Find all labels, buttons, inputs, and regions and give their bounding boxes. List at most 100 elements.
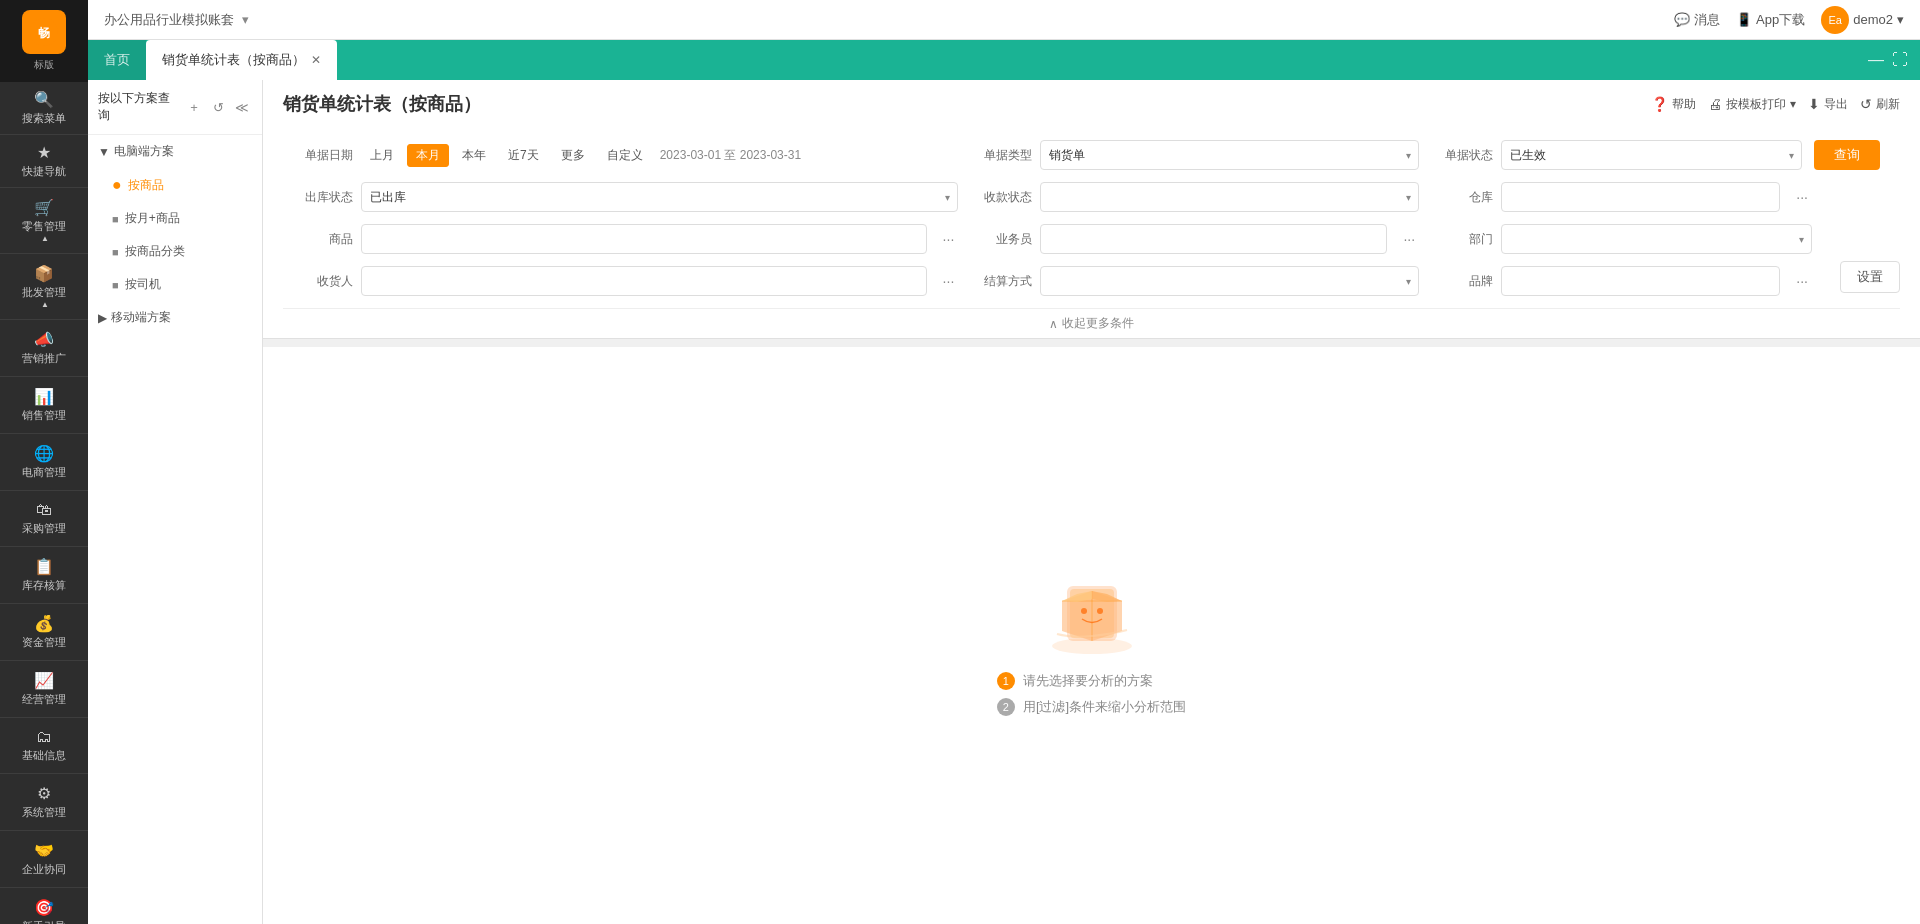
warehouse-input[interactable] xyxy=(1501,182,1780,212)
messages-btn[interactable]: 💬 消息 xyxy=(1674,11,1720,29)
print-btn[interactable]: 🖨 按模板打印 ▾ xyxy=(1708,96,1796,113)
sidebar-item-label: 电商管理 xyxy=(22,465,66,480)
scheme-group-mobile: ▶ 移动端方案 xyxy=(88,301,262,334)
date-year-btn[interactable]: 本年 xyxy=(453,144,495,167)
sidebar-item-ecommerce[interactable]: 🌐 电商管理 xyxy=(0,434,88,491)
sidebar-item-system[interactable]: ⚙ 系统管理 xyxy=(0,774,88,831)
help-icon: ❓ xyxy=(1651,96,1668,112)
product-input[interactable] xyxy=(361,224,927,254)
product-label: 商品 xyxy=(303,231,353,248)
sidebar-item-sales[interactable]: 📊 销售管理 xyxy=(0,377,88,434)
system-icon: ⚙ xyxy=(37,784,51,803)
scheme-item-label: 按商品分类 xyxy=(125,243,185,260)
sidebar-item-enterprise[interactable]: 🤝 企业协同 xyxy=(0,831,88,888)
left-panel-actions: + ↺ ≪ xyxy=(184,97,252,117)
filter-payment-method: 结算方式 xyxy=(982,266,1419,296)
minimize-btn[interactable]: — xyxy=(1868,51,1884,69)
sidebar-item-label: 基础信息 xyxy=(22,748,66,763)
sidebar-item-label: 营销推广 xyxy=(22,351,66,366)
sidebar-item-basic[interactable]: 🗂 基础信息 xyxy=(0,718,88,774)
date-week-btn[interactable]: 近7天 xyxy=(499,144,548,167)
query-button[interactable]: 查询 xyxy=(1814,140,1880,170)
brand-dots[interactable]: ··· xyxy=(1792,273,1812,289)
refresh-btn[interactable]: ↺ 刷新 xyxy=(1860,96,1900,113)
sidebar-item-label: 资金管理 xyxy=(22,635,66,650)
receiver-dots[interactable]: ··· xyxy=(939,273,959,289)
scheme-item-by-product[interactable]: ● 按商品 xyxy=(88,168,262,202)
date-prev-btn[interactable]: 上月 xyxy=(361,144,403,167)
add-scheme-btn[interactable]: + xyxy=(184,97,204,117)
out-status-select[interactable]: 已出库 xyxy=(361,182,958,212)
print-label: 按模板打印 xyxy=(1726,96,1786,113)
scheme-item-label: 按月+商品 xyxy=(125,210,180,227)
tab-home[interactable]: 首页 xyxy=(88,40,146,80)
help-btn[interactable]: ❓ 帮助 xyxy=(1651,96,1696,113)
scheme-group-desktop-label: 电脑端方案 xyxy=(114,143,174,160)
page-title-row: 销货单统计表（按商品） ❓ 帮助 🖨 按模板打印 ▾ ⬇ xyxy=(283,92,1900,116)
payment-method-select[interactable] xyxy=(1040,266,1419,296)
brand-input[interactable] xyxy=(1501,266,1780,296)
scheme-icon: ■ xyxy=(112,213,119,225)
date-custom-btn[interactable]: 自定义 xyxy=(598,144,652,167)
refresh-icon: ↺ xyxy=(1860,96,1872,112)
user-menu[interactable]: Ea demo2 ▾ xyxy=(1821,6,1904,34)
receiver-input[interactable] xyxy=(361,266,927,296)
refresh-scheme-btn[interactable]: ↺ xyxy=(208,97,228,117)
sidebar-item-operation[interactable]: 📈 经营管理 xyxy=(0,661,88,718)
export-icon: ⬇ xyxy=(1808,96,1820,112)
search-icon: 🔍 xyxy=(34,90,54,109)
page-title: 销货单统计表（按商品） xyxy=(283,92,481,116)
sidebar-item-retail[interactable]: 🛒 零售管理 ▲ xyxy=(0,188,88,254)
filter-date: 单据日期 上月 本月 本年 近7天 更多 自定义 20 xyxy=(303,144,958,167)
scheme-item-label: 按商品 xyxy=(128,177,164,194)
sidebar-item-search[interactable]: 🔍 搜索菜单 xyxy=(0,82,88,135)
sidebar-item-label: 采购管理 xyxy=(22,521,66,536)
filter-warehouse: 仓库 ··· xyxy=(1443,182,1880,212)
salesperson-input[interactable] xyxy=(1040,224,1387,254)
industry-dropdown-icon[interactable]: ▾ xyxy=(242,12,249,27)
ecommerce-icon: 🌐 xyxy=(34,444,54,463)
payment-status-select[interactable] xyxy=(1040,182,1419,212)
scheme-group-desktop-header[interactable]: ▼ 电脑端方案 xyxy=(88,135,262,168)
collapse-label: 收起更多条件 xyxy=(1062,315,1134,332)
product-dots[interactable]: ··· xyxy=(939,231,959,247)
refresh-label: 刷新 xyxy=(1876,96,1900,113)
app-download-btn[interactable]: 📱 App下载 xyxy=(1736,11,1805,29)
salesperson-dots[interactable]: ··· xyxy=(1399,231,1419,247)
retail-icon: 🛒 xyxy=(34,198,54,217)
sidebar-item-purchase[interactable]: 🛍 采购管理 xyxy=(0,491,88,547)
collapse-panel-btn[interactable]: ≪ xyxy=(232,97,252,117)
department-select[interactable] xyxy=(1501,224,1812,254)
export-btn[interactable]: ⬇ 导出 xyxy=(1808,96,1848,113)
filter-receiver: 收货人 ··· xyxy=(303,266,958,296)
sidebar-item-newguide[interactable]: 🎯 新手引导 xyxy=(0,888,88,924)
brand-label: 品牌 xyxy=(1443,273,1493,290)
scheme-group-mobile-header[interactable]: ▶ 移动端方案 xyxy=(88,301,262,334)
sidebar-item-marketing[interactable]: 📣 营销推广 xyxy=(0,320,88,377)
department-select-wrapper xyxy=(1501,224,1812,254)
date-more-btn[interactable]: 更多 xyxy=(552,144,594,167)
tab-sales-report[interactable]: 销货单统计表（按商品） ✕ xyxy=(146,40,337,80)
warehouse-dots[interactable]: ··· xyxy=(1792,189,1812,205)
doc-status-select[interactable]: 已生效 xyxy=(1501,140,1802,170)
tab-close-icon[interactable]: ✕ xyxy=(311,53,321,67)
date-current-btn[interactable]: 本月 xyxy=(407,144,449,167)
salesperson-input-wrapper xyxy=(1040,224,1387,254)
doc-type-select[interactable]: 销货单 xyxy=(1040,140,1419,170)
sidebar-item-quicknav[interactable]: ★ 快捷导航 xyxy=(0,135,88,188)
page-actions: ❓ 帮助 🖨 按模板打印 ▾ ⬇ 导出 ↺ xyxy=(1651,96,1900,113)
sidebar-item-inventory[interactable]: 📋 库存核算 xyxy=(0,547,88,604)
scheme-item-by-cashier[interactable]: ■ 按司机 xyxy=(88,268,262,301)
settings-button[interactable]: 设置 xyxy=(1840,261,1900,293)
scheme-item-by-category[interactable]: ■ 按商品分类 xyxy=(88,235,262,268)
sidebar-item-finance[interactable]: 💰 资金管理 xyxy=(0,604,88,661)
sidebar-logo: 畅 标版 xyxy=(0,0,88,82)
chevron-right-icon: ▶ xyxy=(98,311,107,325)
sidebar-item-wholesale[interactable]: 📦 批发管理 ▲ xyxy=(0,254,88,320)
collapse-bar[interactable]: ∧ 收起更多条件 xyxy=(283,308,1900,338)
scheme-item-by-month-product[interactable]: ■ 按月+商品 xyxy=(88,202,262,235)
svg-text:畅: 畅 xyxy=(38,26,50,40)
hint-item-1: 1 请先选择要分析的方案 xyxy=(997,672,1186,690)
filter-row-3: 商品 ··· 业务员 ··· xyxy=(303,224,1880,254)
maximize-btn[interactable]: ⛶ xyxy=(1892,51,1908,69)
